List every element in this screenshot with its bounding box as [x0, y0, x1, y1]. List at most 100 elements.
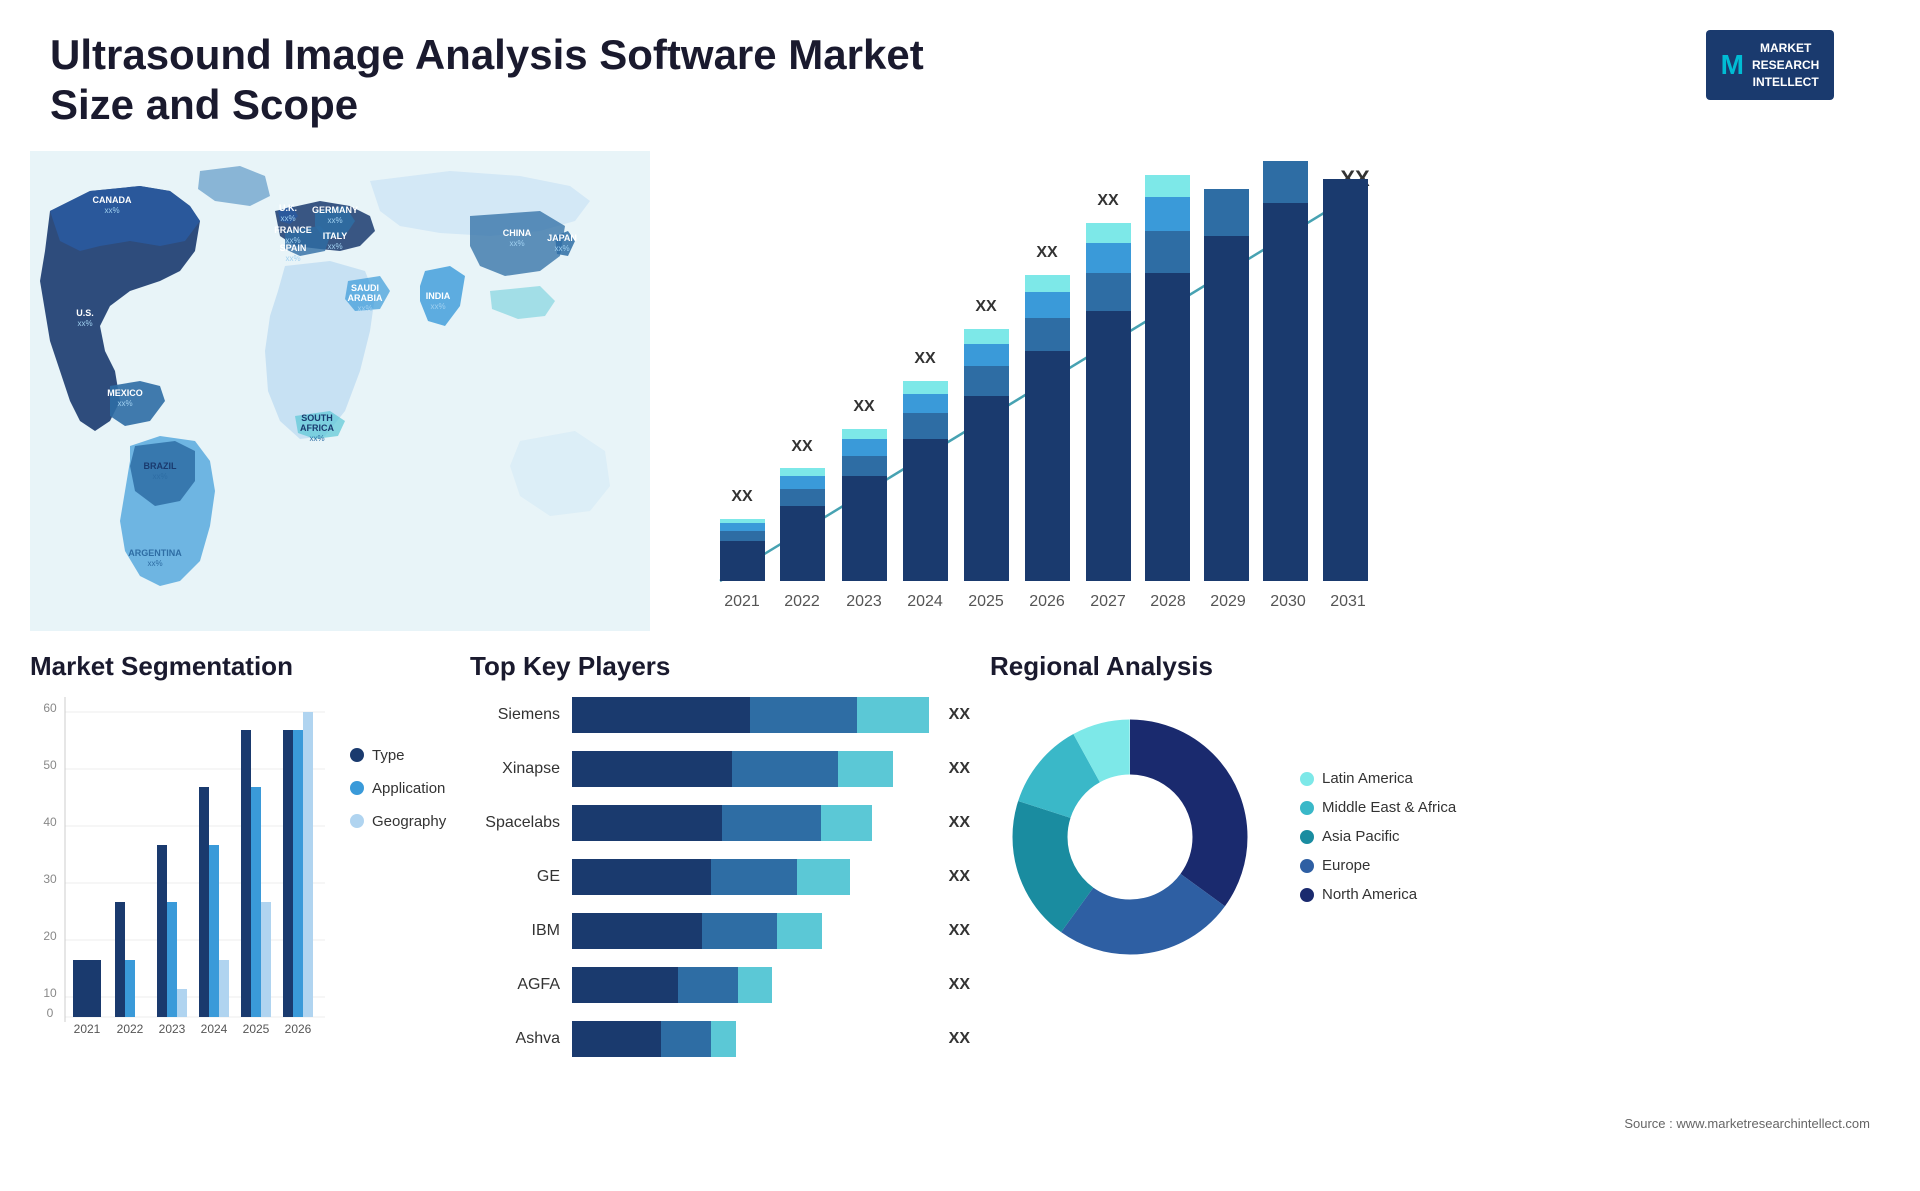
player-name-siemens: Siemens [470, 706, 560, 724]
legend-label-type: Type [372, 747, 405, 764]
svg-text:ITALY: ITALY [323, 231, 348, 241]
legend-label-asia-pacific: Asia Pacific [1322, 828, 1400, 845]
bar-chart-svg: XX XX XX XX [690, 161, 1390, 621]
logo-line2: RESEARCH [1752, 57, 1819, 74]
svg-text:2023: 2023 [846, 593, 882, 610]
segmentation-chart: 60 50 40 30 20 10 0 [30, 697, 330, 1037]
svg-text:2024: 2024 [201, 1022, 228, 1036]
svg-text:JAPAN: JAPAN [547, 233, 577, 243]
svg-text:2030: 2030 [1270, 593, 1306, 610]
legend-label-geography: Geography [372, 813, 446, 830]
svg-text:2022: 2022 [784, 593, 820, 610]
svg-text:2026: 2026 [1029, 593, 1065, 610]
player-name-agfa: AGFA [470, 976, 560, 994]
svg-text:xx%: xx% [309, 434, 324, 443]
player-value-siemens: XX [949, 706, 970, 724]
legend-dot-europe [1300, 859, 1314, 873]
player-bar-spacelabs [572, 805, 929, 841]
svg-text:SOUTH: SOUTH [301, 413, 333, 423]
player-ge: GE XX [470, 859, 970, 895]
svg-text:2026: 2026 [285, 1022, 312, 1036]
svg-text:GERMANY: GERMANY [312, 205, 358, 215]
bottom-section: Market Segmentation 60 50 40 30 20 10 0 [0, 631, 1920, 1191]
svg-text:xx%: xx% [152, 472, 167, 481]
player-bar-xinapse [572, 751, 929, 787]
world-map: CANADA xx% U.S. xx% MEXICO xx% BRAZIL xx… [30, 151, 650, 631]
svg-text:xx%: xx% [357, 304, 372, 313]
player-agfa: AGFA XX [470, 967, 970, 1003]
svg-text:SAUDI: SAUDI [351, 283, 379, 293]
svg-text:ARGENTINA: ARGENTINA [128, 548, 182, 558]
chart-section: XX XX XX XX [670, 151, 1890, 631]
svg-text:XX: XX [731, 488, 753, 505]
svg-text:CANADA: CANADA [93, 195, 132, 205]
svg-text:60: 60 [43, 701, 57, 715]
svg-text:xx%: xx% [430, 302, 445, 311]
svg-text:2022: 2022 [117, 1022, 144, 1036]
legend-middle-east: Middle East & Africa [1300, 799, 1456, 816]
svg-text:xx%: xx% [554, 244, 569, 253]
player-xinapse: Xinapse XX [470, 751, 970, 787]
logo: M MARKET RESEARCH INTELLECT [1706, 30, 1835, 100]
legend-latin-america: Latin America [1300, 770, 1456, 787]
main-content: CANADA xx% U.S. xx% MEXICO xx% BRAZIL xx… [0, 151, 1920, 631]
player-name-ge: GE [470, 868, 560, 886]
svg-text:2025: 2025 [243, 1022, 270, 1036]
player-ashva: Ashva XX [470, 1021, 970, 1057]
svg-text:xx%: xx% [117, 399, 132, 408]
world-map-svg: CANADA xx% U.S. xx% MEXICO xx% BRAZIL xx… [30, 151, 650, 631]
segmentation-section: Market Segmentation 60 50 40 30 20 10 0 [30, 651, 450, 1171]
svg-text:xx%: xx% [104, 206, 119, 215]
svg-text:U.S.: U.S. [76, 308, 94, 318]
map-section: CANADA xx% U.S. xx% MEXICO xx% BRAZIL xx… [30, 151, 650, 631]
svg-text:xx%: xx% [327, 242, 342, 251]
legend-asia-pacific: Asia Pacific [1300, 828, 1456, 845]
logo-text: MARKET RESEARCH INTELLECT [1752, 40, 1819, 90]
svg-text:ARABIA: ARABIA [348, 293, 383, 303]
svg-text:2025: 2025 [968, 593, 1004, 610]
player-name-xinapse: Xinapse [470, 760, 560, 778]
svg-text:2027: 2027 [1090, 593, 1126, 610]
svg-text:xx%: xx% [280, 214, 295, 223]
legend-label-north-america: North America [1322, 886, 1417, 903]
player-bar-siemens [572, 697, 929, 733]
svg-text:BRAZIL: BRAZIL [144, 461, 177, 471]
svg-text:30: 30 [43, 872, 57, 886]
legend-label-latin-america: Latin America [1322, 770, 1413, 787]
player-siemens: Siemens XX [470, 697, 970, 733]
svg-text:2024: 2024 [907, 593, 943, 610]
player-value-xinapse: XX [949, 760, 970, 778]
legend-application: Application [350, 780, 446, 797]
player-bar-ge [572, 859, 929, 895]
legend-label-middle-east: Middle East & Africa [1322, 799, 1456, 816]
legend-dot-latin-america [1300, 772, 1314, 786]
svg-text:2021: 2021 [724, 593, 760, 610]
svg-text:2028: 2028 [1150, 593, 1186, 610]
svg-text:10: 10 [43, 986, 57, 1000]
logo-area: M MARKET RESEARCH INTELLECT [1670, 30, 1870, 100]
svg-text:XX: XX [853, 398, 875, 415]
legend-dot-middle-east [1300, 801, 1314, 815]
legend-dot-geography [350, 814, 364, 828]
svg-text:xx%: xx% [509, 239, 524, 248]
svg-text:xx%: xx% [285, 254, 300, 263]
svg-text:SPAIN: SPAIN [280, 243, 307, 253]
svg-text:50: 50 [43, 758, 57, 772]
logo-m-letter: M [1721, 47, 1744, 83]
legend-europe: Europe [1300, 857, 1456, 874]
legend-label-europe: Europe [1322, 857, 1370, 874]
legend-north-america: North America [1300, 886, 1456, 903]
player-bar-agfa [572, 967, 929, 1003]
svg-text:CHINA: CHINA [503, 228, 532, 238]
player-value-ge: XX [949, 868, 970, 886]
player-value-agfa: XX [949, 976, 970, 994]
player-name-spacelabs: Spacelabs [470, 814, 560, 832]
svg-text:MEXICO: MEXICO [107, 388, 143, 398]
header: Ultrasound Image Analysis Software Marke… [0, 0, 1920, 151]
player-bar-ibm [572, 913, 929, 949]
svg-text:0: 0 [47, 1006, 54, 1020]
player-list: Siemens XX Xinapse [470, 697, 970, 1057]
player-spacelabs: Spacelabs XX [470, 805, 970, 841]
legend-type: Type [350, 747, 446, 764]
player-value-spacelabs: XX [949, 814, 970, 832]
